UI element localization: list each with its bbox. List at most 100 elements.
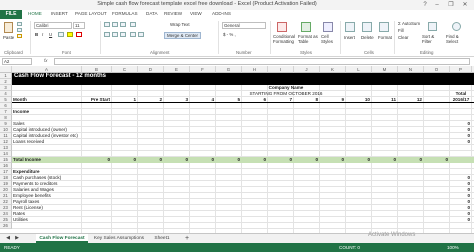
font-name-select[interactable]: Calibri	[34, 22, 72, 29]
clear-button[interactable]: Clear	[398, 35, 409, 40]
sheet-tab-sheet1[interactable]: Sheet1	[150, 234, 174, 243]
help-button[interactable]: ?	[420, 1, 430, 9]
bold-button[interactable]: B	[35, 32, 38, 37]
fx-icon[interactable]: fx	[44, 58, 47, 63]
number-format-select[interactable]: General	[222, 22, 266, 29]
expenditure-total[interactable]: 0	[450, 217, 472, 223]
column-header[interactable]: C	[112, 66, 138, 73]
total-income-label[interactable]: Total Income	[12, 157, 82, 163]
insert-cells-icon[interactable]	[345, 22, 355, 32]
fill-color-icon[interactable]	[67, 32, 73, 37]
column-header[interactable]: I	[268, 66, 294, 73]
tab-page-layout[interactable]: PAGE LAYOUT	[75, 11, 107, 16]
tab-file[interactable]: FILE	[0, 10, 22, 19]
select-all-corner[interactable]	[0, 66, 12, 73]
name-box[interactable]: A2	[2, 58, 32, 65]
conditional-formatting-label[interactable]: Conditional Formatting	[273, 34, 297, 44]
find-select-icon[interactable]	[452, 22, 461, 31]
borders-icon[interactable]	[58, 32, 64, 37]
total-income-value[interactable]: 0	[320, 157, 346, 163]
income-header[interactable]: Income	[12, 109, 82, 115]
increase-indent-icon[interactable]	[138, 32, 144, 37]
format-cells-label[interactable]: Format	[378, 35, 392, 40]
tab-home[interactable]: HOME	[28, 11, 42, 16]
format-cells-icon[interactable]	[379, 22, 389, 32]
column-header[interactable]: B	[82, 66, 112, 73]
column-header[interactable]: H	[242, 66, 268, 73]
font-color-icon[interactable]	[76, 32, 82, 37]
cell-styles-label[interactable]: Cell Styles	[321, 34, 337, 44]
format-as-table-icon[interactable]	[301, 22, 311, 32]
align-middle-icon[interactable]	[112, 22, 118, 27]
align-right-icon[interactable]	[120, 32, 126, 37]
column-header[interactable]: J	[294, 66, 320, 73]
currency-percent-comma-buttons[interactable]: $ - % ,	[223, 32, 236, 37]
delete-cells-label[interactable]: Delete	[361, 35, 374, 40]
expenditure-item[interactable]: Utilities	[12, 217, 82, 223]
restore-button[interactable]: ❐	[446, 1, 456, 9]
merge-center-button[interactable]: Merge & Center	[164, 32, 201, 39]
total-income-value[interactable]: 0	[268, 157, 294, 163]
tab-add-ins[interactable]: ADD-INS	[212, 11, 231, 16]
autosum-button[interactable]: Σ AutoSum	[398, 21, 420, 26]
total-income-value[interactable]: 0	[164, 157, 190, 163]
total-income-value[interactable]: 0	[346, 157, 372, 163]
format-painter-icon[interactable]	[17, 34, 22, 38]
format-as-table-label[interactable]: Format as Table	[298, 34, 318, 44]
cell-styles-icon[interactable]	[323, 22, 333, 32]
sheet-tab-cash-flow[interactable]: Cash Flow Forecast	[36, 234, 88, 243]
row-header[interactable]: 26	[0, 223, 12, 229]
conditional-formatting-icon[interactable]	[277, 22, 287, 32]
italic-button[interactable]: I	[42, 32, 43, 37]
tab-data[interactable]: DATA	[146, 11, 158, 16]
income-total[interactable]: 0	[450, 139, 472, 145]
tab-review[interactable]: REVIEW	[164, 11, 182, 16]
column-header[interactable]: F	[190, 66, 216, 73]
sort-filter-label[interactable]: Sort & Filter	[422, 34, 444, 44]
fill-button[interactable]: Fill	[398, 28, 404, 33]
total-income-value[interactable]: 0	[82, 157, 112, 163]
wrap-text-button[interactable]: Wrap Text	[170, 22, 190, 27]
tab-view[interactable]: VIEW	[190, 11, 202, 16]
tab-insert[interactable]: INSERT	[51, 11, 68, 16]
spreadsheet-grid[interactable]: ABCDEFGHIJKLMNOPQ12345678910111213141516…	[0, 66, 474, 233]
align-top-icon[interactable]	[104, 22, 110, 27]
total-income-value[interactable]: 0	[372, 157, 398, 163]
sort-filter-icon[interactable]	[428, 22, 437, 31]
orientation-icon[interactable]	[130, 22, 136, 27]
total-income-value[interactable]: 0	[398, 157, 424, 163]
paste-icon[interactable]	[4, 22, 13, 33]
zoom-level[interactable]: 100%	[447, 245, 459, 250]
total-income-value[interactable]: 0	[112, 157, 138, 163]
sheet-tab-key-sales[interactable]: Key Sales Assumptions	[90, 234, 148, 243]
add-sheet-button[interactable]: +	[182, 234, 192, 243]
formula-input[interactable]	[54, 58, 470, 65]
total-income-value[interactable]: 0	[190, 157, 216, 163]
scroll-sheets-right[interactable]: ▶	[13, 234, 21, 243]
insert-cells-label[interactable]: Insert	[344, 35, 355, 40]
find-select-label[interactable]: Find & Select	[446, 34, 470, 44]
column-header[interactable]: D	[138, 66, 164, 73]
underline-button[interactable]: U	[49, 32, 52, 37]
column-header[interactable]: G	[216, 66, 242, 73]
column-header[interactable]: L	[346, 66, 372, 73]
column-header[interactable]: E	[164, 66, 190, 73]
copy-icon[interactable]	[17, 28, 22, 32]
paste-label[interactable]: Paste	[3, 35, 14, 40]
column-header[interactable]: K	[320, 66, 346, 73]
total-income-value[interactable]: 0	[138, 157, 164, 163]
column-header[interactable]: P	[450, 66, 472, 73]
total-income-value[interactable]: 0	[294, 157, 320, 163]
align-center-icon[interactable]	[112, 32, 118, 37]
column-header[interactable]: M	[372, 66, 398, 73]
font-size-select[interactable]: 11	[73, 22, 85, 29]
column-header[interactable]: O	[424, 66, 450, 73]
total-income-value[interactable]: 0	[424, 157, 450, 163]
align-left-icon[interactable]	[104, 32, 110, 37]
column-header[interactable]: A	[12, 66, 82, 73]
close-button[interactable]: ✕	[460, 1, 470, 9]
scroll-sheets-left[interactable]: ◀	[4, 234, 12, 243]
align-bottom-icon[interactable]	[120, 22, 126, 27]
total-income-value[interactable]: 0	[242, 157, 268, 163]
tab-formulas[interactable]: FORMULAS	[112, 11, 138, 16]
